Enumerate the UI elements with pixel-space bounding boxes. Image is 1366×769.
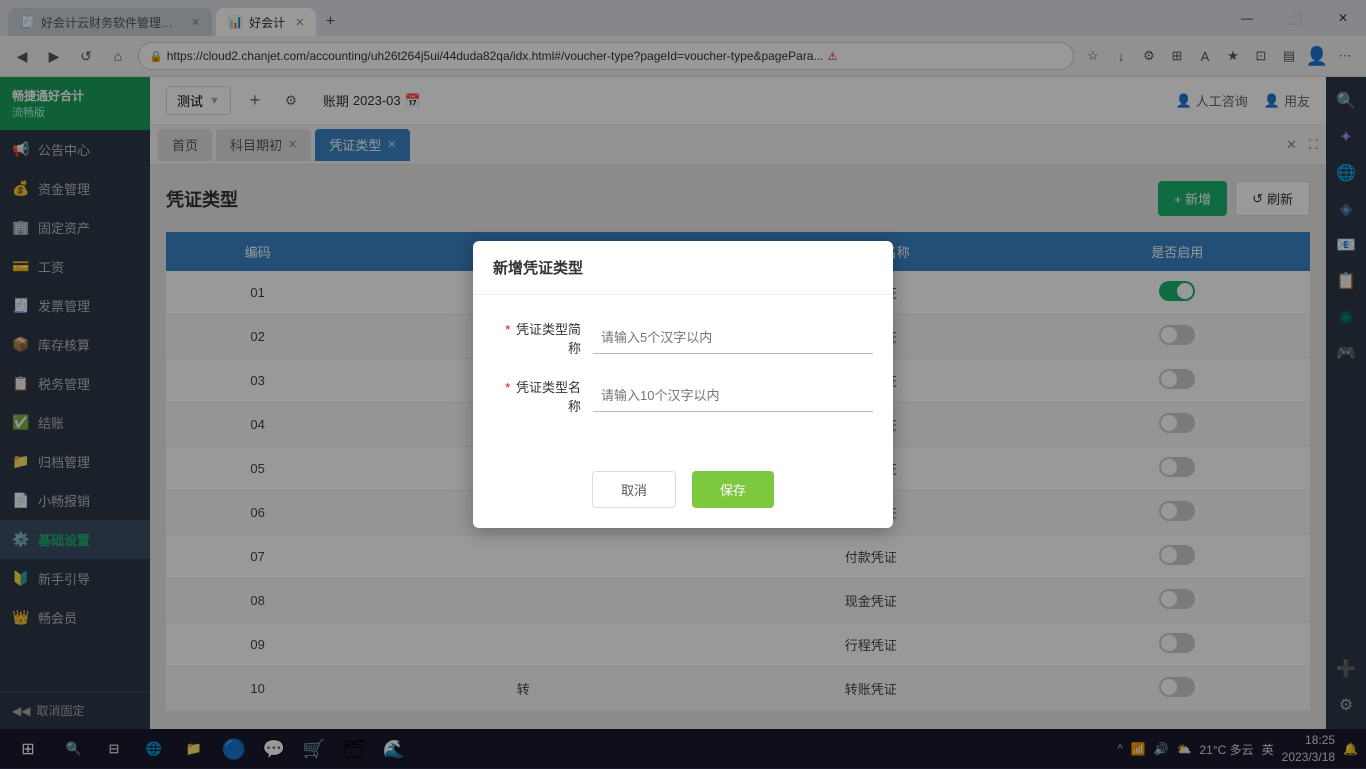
short-input[interactable] [593, 322, 873, 354]
modal-header: 新增凭证类型 [473, 241, 893, 295]
modal-body: * 凭证类型简称 * 凭证类型名称 [473, 295, 893, 459]
name-label: * 凭证类型名称 [493, 377, 593, 415]
required-icon-2: * [505, 380, 510, 395]
form-row-name: * 凭证类型名称 [493, 377, 873, 415]
short-label: * 凭证类型简称 [493, 319, 593, 357]
modal-overlay: 新增凭证类型 * 凭证类型简称 * 凭证类型名称 取消 保存 [0, 0, 1366, 768]
save-button[interactable]: 保存 [692, 471, 774, 508]
new-voucher-type-modal: 新增凭证类型 * 凭证类型简称 * 凭证类型名称 取消 保存 [473, 241, 893, 528]
modal-title: 新增凭证类型 [493, 257, 583, 278]
cancel-button[interactable]: 取消 [592, 471, 676, 508]
form-row-short: * 凭证类型简称 [493, 319, 873, 357]
modal-footer: 取消 保存 [473, 459, 893, 528]
name-input[interactable] [593, 380, 873, 412]
required-icon: * [505, 322, 510, 337]
